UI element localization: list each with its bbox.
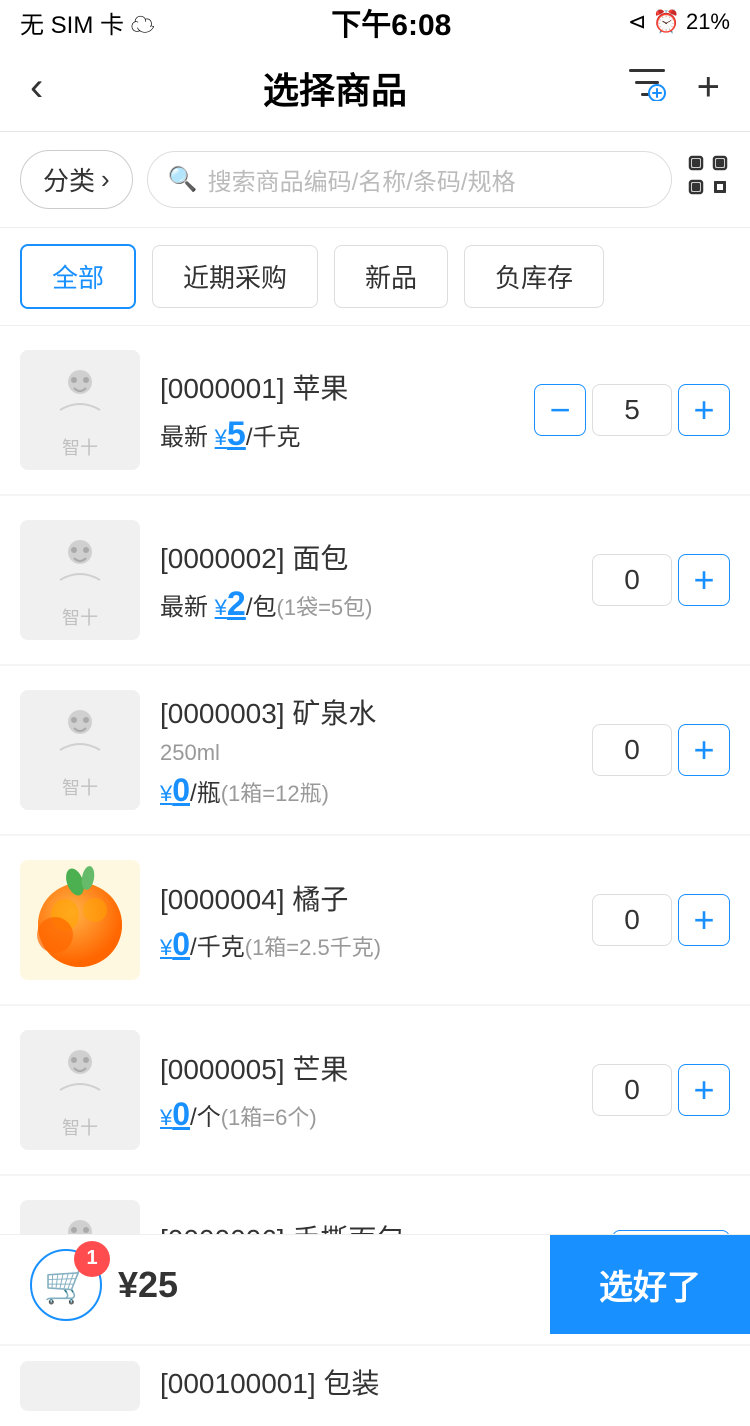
- status-bar: 无 SIM 卡 ☁ 下午6:08 ⊲ ⏰ 21%: [0, 0, 750, 44]
- product-price: ¥0/瓶(1箱=12瓶): [160, 772, 572, 809]
- qty-plus-button[interactable]: +: [678, 554, 730, 606]
- status-right: ⊲ ⏰ 21%: [628, 9, 730, 35]
- cart-badge: 1: [74, 1241, 110, 1277]
- qty-plus-button[interactable]: +: [678, 894, 730, 946]
- status-left: 无 SIM 卡 ☁: [20, 5, 155, 40]
- product-info: [0000005] 芒果 ¥0/个(1箱=6个): [160, 1048, 572, 1133]
- filter-icon[interactable]: [627, 65, 667, 111]
- product-name: [0000004] 橘子: [160, 878, 572, 918]
- status-time: 下午6:08: [331, 0, 451, 44]
- product-spec: 250ml: [160, 740, 572, 766]
- qty-control: − +: [534, 384, 730, 436]
- qty-input[interactable]: [592, 554, 672, 606]
- cart-total: ¥25: [118, 1264, 178, 1306]
- filter-bar: 分类 › 🔍 搜索商品编码/名称/条码/规格: [0, 132, 750, 228]
- placeholder-text: 智十: [62, 1114, 98, 1140]
- product-item: [0000004] 橘子 ¥0/千克(1箱=2.5千克) +: [0, 836, 750, 1004]
- product-info: [0000004] 橘子 ¥0/千克(1箱=2.5千克): [160, 878, 572, 963]
- placeholder-icon: [50, 360, 110, 430]
- tab-all[interactable]: 全部: [20, 244, 136, 309]
- product-thumbnail: [20, 1361, 140, 1411]
- add-icon[interactable]: +: [697, 65, 720, 110]
- qty-control: +: [592, 1064, 730, 1116]
- cart-icon[interactable]: 🛒 1: [30, 1249, 102, 1321]
- search-icon: 🔍: [168, 165, 198, 194]
- qty-plus-button[interactable]: +: [678, 1064, 730, 1116]
- placeholder-icon: [50, 1040, 110, 1110]
- product-thumbnail: 智十: [20, 520, 140, 640]
- search-placeholder: 搜索商品编码/名称/条码/规格: [208, 162, 516, 197]
- search-box[interactable]: 🔍 搜索商品编码/名称/条码/规格: [147, 151, 672, 208]
- product-item-partial: [000100001] 包装: [0, 1346, 750, 1426]
- tab-negative[interactable]: 负库存: [464, 245, 604, 308]
- product-thumbnail: [20, 860, 140, 980]
- product-item: 智十 [0000005] 芒果 ¥0/个(1箱=6个) +: [0, 1006, 750, 1174]
- tab-bar: 全部 近期采购 新品 负库存: [0, 228, 750, 326]
- qty-control: +: [592, 894, 730, 946]
- qty-plus-button[interactable]: +: [678, 384, 730, 436]
- product-name: [000100001] 包装: [160, 1362, 730, 1402]
- product-thumbnail: 智十: [20, 690, 140, 810]
- placeholder-text: 智十: [62, 774, 98, 800]
- product-info: [000100001] 包装: [160, 1362, 730, 1410]
- placeholder-icon: [50, 530, 110, 600]
- product-price: ¥0/千克(1箱=2.5千克): [160, 926, 572, 963]
- category-chevron: ›: [101, 164, 110, 195]
- qty-control: +: [592, 554, 730, 606]
- product-info: [0000001] 苹果 最新 ¥5/千克: [160, 367, 514, 454]
- product-name: [0000005] 芒果: [160, 1048, 572, 1088]
- tab-new[interactable]: 新品: [334, 245, 448, 308]
- product-info: [0000003] 矿泉水 250ml ¥0/瓶(1箱=12瓶): [160, 692, 572, 809]
- scan-icon[interactable]: [686, 153, 730, 206]
- product-name: [0000002] 面包: [160, 537, 572, 577]
- qty-input[interactable]: [592, 1064, 672, 1116]
- placeholder-icon: [50, 700, 110, 770]
- product-item: 智十 [0000002] 面包 最新 ¥2/包(1袋=5包) +: [0, 496, 750, 664]
- category-button[interactable]: 分类 ›: [20, 150, 133, 209]
- back-button[interactable]: ‹: [30, 65, 43, 110]
- product-item: 智十 [0000003] 矿泉水 250ml ¥0/瓶(1箱=12瓶) +: [0, 666, 750, 834]
- placeholder-text: 智十: [62, 604, 98, 630]
- page-title: 选择商品: [263, 62, 407, 114]
- placeholder-text: 智十: [62, 434, 98, 460]
- product-price: ¥0/个(1箱=6个): [160, 1096, 572, 1133]
- product-price: 最新 ¥2/包(1袋=5包): [160, 585, 572, 624]
- qty-plus-button[interactable]: +: [678, 724, 730, 776]
- product-thumbnail: 智十: [20, 350, 140, 470]
- product-price: 最新 ¥5/千克: [160, 415, 514, 454]
- product-name: [0000003] 矿泉水: [160, 692, 572, 732]
- confirm-button[interactable]: 选好了: [550, 1235, 750, 1334]
- qty-control: +: [592, 724, 730, 776]
- qty-minus-button[interactable]: −: [534, 384, 586, 436]
- product-thumbnail: 智十: [20, 1030, 140, 1150]
- product-item: 智十 [0000001] 苹果 最新 ¥5/千克 − +: [0, 326, 750, 494]
- qty-input[interactable]: [592, 724, 672, 776]
- bottom-bar: 🛒 1 ¥25 选好了: [0, 1234, 750, 1334]
- nav-bar: ‹ 选择商品 +: [0, 44, 750, 132]
- category-label: 分类: [43, 161, 95, 198]
- cart-section: 🛒 1 ¥25: [0, 1249, 550, 1321]
- qty-input[interactable]: [592, 384, 672, 436]
- product-name: [0000001] 苹果: [160, 367, 514, 407]
- tab-recent[interactable]: 近期采购: [152, 245, 318, 308]
- qty-input[interactable]: [592, 894, 672, 946]
- product-info: [0000002] 面包 最新 ¥2/包(1袋=5包): [160, 537, 572, 624]
- nav-actions: +: [627, 65, 720, 111]
